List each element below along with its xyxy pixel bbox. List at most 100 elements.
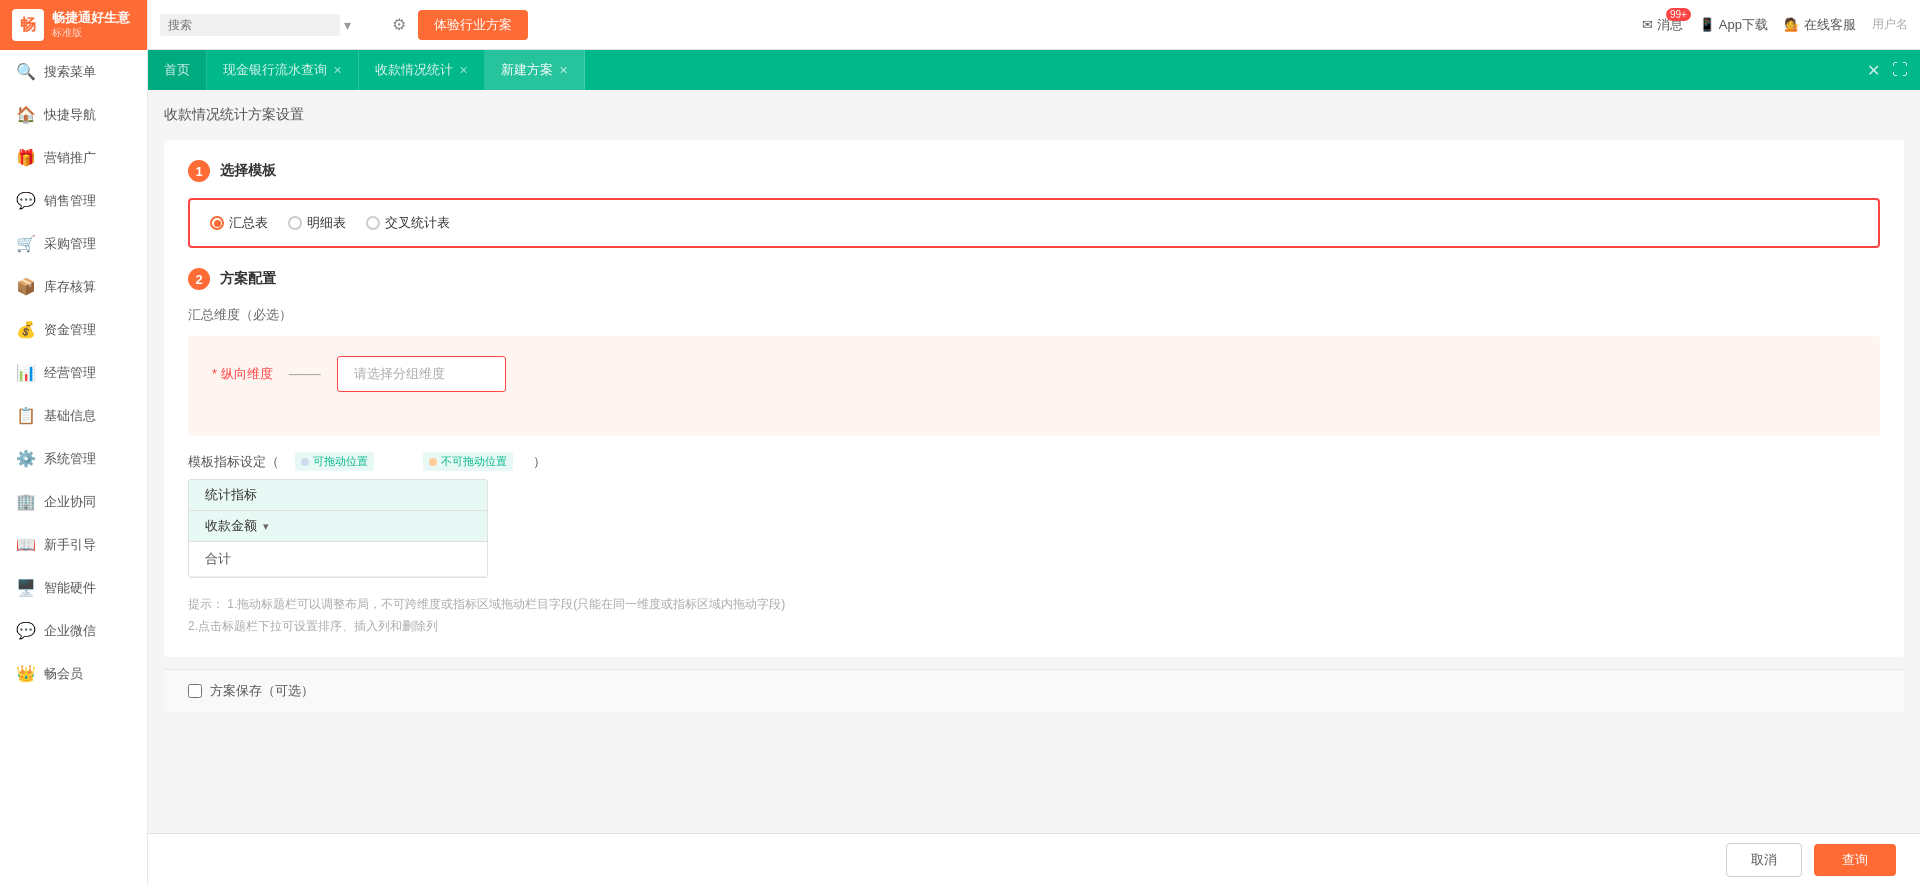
step2-section: 2 方案配置 汇总维度（必选） * 纵向维度 —— 请选择分组维度 [188, 268, 1880, 637]
stats-header: 统计指标 [189, 480, 487, 511]
hardware-icon: 🖥️ [16, 578, 36, 597]
tips-section: 提示： 1.拖动标题栏可以调整布局，不可跨维度或指标区域拖动栏目字段(只能在同一… [188, 594, 1880, 637]
book-icon: 📖 [16, 535, 36, 554]
tip-1: 提示： 1.拖动标题栏可以调整布局，不可跨维度或指标区域拖动栏目字段(只能在同一… [188, 594, 1880, 616]
query-button[interactable]: 查询 [1814, 844, 1896, 876]
stats-box: 统计指标 收款金额 ▾ 合计 [188, 479, 488, 578]
gear-icon: ⚙️ [16, 449, 36, 468]
dimension-area: * 纵向维度 —— 请选择分组维度 [188, 336, 1880, 436]
non-draggable-dot [429, 458, 437, 466]
dimension-arrow-icon: —— [289, 365, 321, 383]
trial-button[interactable]: 体验行业方案 [418, 10, 528, 40]
step2-header: 2 方案配置 [188, 268, 1880, 290]
step2-badge: 2 [188, 268, 210, 290]
search-area: ▾ [160, 14, 380, 36]
dimension-row: * 纵向维度 —— 请选择分组维度 [212, 356, 1856, 392]
radio-cross-circle [366, 216, 380, 230]
user-info[interactable]: 用户名 [1872, 16, 1908, 33]
online-service-button[interactable]: 💁 在线客服 [1784, 16, 1856, 34]
sales-icon: 💬 [16, 191, 36, 210]
app-icon: 📱 [1699, 17, 1715, 32]
indicator-header: 模板指标设定（ 可拖动位置 不可拖动位置 ） [188, 452, 1880, 471]
radio-summary[interactable]: 汇总表 [210, 214, 268, 232]
draggable-dot [301, 458, 309, 466]
sidebar-item-system[interactable]: ⚙️ 系统管理 [0, 437, 147, 480]
step1-badge: 1 [188, 160, 210, 182]
tab-new-plan-close[interactable]: ✕ [559, 64, 568, 77]
step1-header: 1 选择模板 [188, 160, 1880, 182]
radio-cross[interactable]: 交叉统计表 [366, 214, 450, 232]
wechat-icon: 💬 [16, 621, 36, 640]
sidebar-item-guide[interactable]: 📖 新手引导 [0, 523, 147, 566]
content-area: 收款情况统计方案设置 1 选择模板 汇总表 明细表 [148, 90, 1920, 833]
tab-bank-flow-close[interactable]: ✕ [333, 64, 342, 77]
dimension-section-title: 汇总维度（必选） [188, 306, 1880, 324]
message-icon: ✉ [1642, 17, 1653, 32]
step2-title: 方案配置 [220, 270, 276, 288]
sidebar-item-inventory[interactable]: 📦 库存核算 [0, 265, 147, 308]
tip-2: 2.点击标题栏下拉可设置排序、插入列和删除列 [188, 616, 1880, 638]
tab-receipt-stats[interactable]: 收款情况统计 ✕ [359, 50, 485, 90]
tabbar: 首页 现金银行流水查询 ✕ 收款情况统计 ✕ 新建方案 ✕ ✕ ⛶ [148, 50, 1920, 90]
radio-detail-circle [288, 216, 302, 230]
save-section: 方案保存（可选） [164, 669, 1904, 712]
draggable-tag: 可拖动位置 [295, 452, 374, 471]
sidebar-item-operation[interactable]: 📊 经营管理 [0, 351, 147, 394]
topbar: ▾ ⚙ 体验行业方案 ✉ 消息 99+ 📱 App下载 💁 在线客服 用户名 [148, 0, 1920, 50]
non-draggable-tag: 不可拖动位置 [423, 452, 513, 471]
search-menu-icon: 🔍 [16, 62, 36, 81]
app-download-button[interactable]: 📱 App下载 [1699, 16, 1768, 34]
sidebar-item-member[interactable]: 👑 畅会员 [0, 652, 147, 695]
sidebar-item-wechat[interactable]: 💬 企业微信 [0, 609, 147, 652]
tab-receipt-stats-close[interactable]: ✕ [459, 64, 468, 77]
sidebar-item-sales[interactable]: 💬 销售管理 [0, 179, 147, 222]
tab-home[interactable]: 首页 [148, 50, 207, 90]
service-icon: 💁 [1784, 17, 1800, 32]
cart-icon: 🛒 [16, 234, 36, 253]
tab-controls: ✕ ⛶ [1855, 50, 1920, 90]
dimension-row-label: * 纵向维度 [212, 365, 273, 383]
sidebar: 畅 畅捷通好生意 标准版 🔍 搜索菜单 🏠 快捷导航 🎁 营销推广 💬 销售管理… [0, 0, 148, 885]
home-icon: 🏠 [16, 105, 36, 124]
sidebar-item-search-menu[interactable]: 🔍 搜索菜单 [0, 50, 147, 93]
clipboard-icon: 📋 [16, 406, 36, 425]
cancel-button[interactable]: 取消 [1726, 843, 1802, 877]
stats-cell-total: 合计 [189, 542, 487, 577]
sidebar-item-finance[interactable]: 💰 资金管理 [0, 308, 147, 351]
sidebar-item-marketing[interactable]: 🎁 营销推广 [0, 136, 147, 179]
logo-icon: 畅 [12, 9, 44, 41]
topbar-right: ✉ 消息 99+ 📱 App下载 💁 在线客服 用户名 [1642, 16, 1908, 34]
logo-text: 畅捷通好生意 标准版 [52, 10, 130, 40]
sidebar-item-purchase[interactable]: 🛒 采购管理 [0, 222, 147, 265]
sidebar-item-quick-nav[interactable]: 🏠 快捷导航 [0, 93, 147, 136]
footer: 取消 查询 [148, 833, 1920, 885]
sidebar-item-basic-info[interactable]: 📋 基础信息 [0, 394, 147, 437]
tab-expand-icon[interactable]: ⛶ [1892, 61, 1908, 79]
tab-new-plan[interactable]: 新建方案 ✕ [485, 50, 585, 90]
crown-icon: 👑 [16, 664, 36, 683]
tab-bank-flow[interactable]: 现金银行流水查询 ✕ [207, 50, 359, 90]
box-icon: 📦 [16, 277, 36, 296]
template-selection: 汇总表 明细表 交叉统计表 [188, 198, 1880, 248]
sidebar-logo: 畅 畅捷通好生意 标准版 [0, 0, 147, 50]
save-label: 方案保存（可选） [210, 682, 314, 700]
sidebar-item-hardware[interactable]: 🖥️ 智能硬件 [0, 566, 147, 609]
settings-icon[interactable]: ⚙ [392, 15, 406, 34]
step1-title: 选择模板 [220, 162, 276, 180]
message-button[interactable]: ✉ 消息 99+ [1642, 16, 1683, 34]
dimension-selector[interactable]: 请选择分组维度 [337, 356, 506, 392]
stats-col-header[interactable]: 收款金额 ▾ [189, 511, 487, 542]
settings-card: 1 选择模板 汇总表 明细表 交叉统计表 [164, 140, 1904, 657]
page-title: 收款情况统计方案设置 [164, 106, 1904, 124]
main-area: ▾ ⚙ 体验行业方案 ✉ 消息 99+ 📱 App下载 💁 在线客服 用户名 [148, 0, 1920, 885]
search-input[interactable] [160, 14, 340, 36]
search-dropdown-icon[interactable]: ▾ [344, 17, 351, 33]
radio-group: 汇总表 明细表 交叉统计表 [210, 214, 450, 232]
sidebar-item-enterprise[interactable]: 🏢 企业协同 [0, 480, 147, 523]
indicator-section: 模板指标设定（ 可拖动位置 不可拖动位置 ） [188, 452, 1880, 578]
tab-close-icon[interactable]: ✕ [1867, 61, 1880, 80]
save-checkbox[interactable] [188, 684, 202, 698]
chevron-down-icon: ▾ [263, 520, 269, 533]
enterprise-icon: 🏢 [16, 492, 36, 511]
radio-detail[interactable]: 明细表 [288, 214, 346, 232]
